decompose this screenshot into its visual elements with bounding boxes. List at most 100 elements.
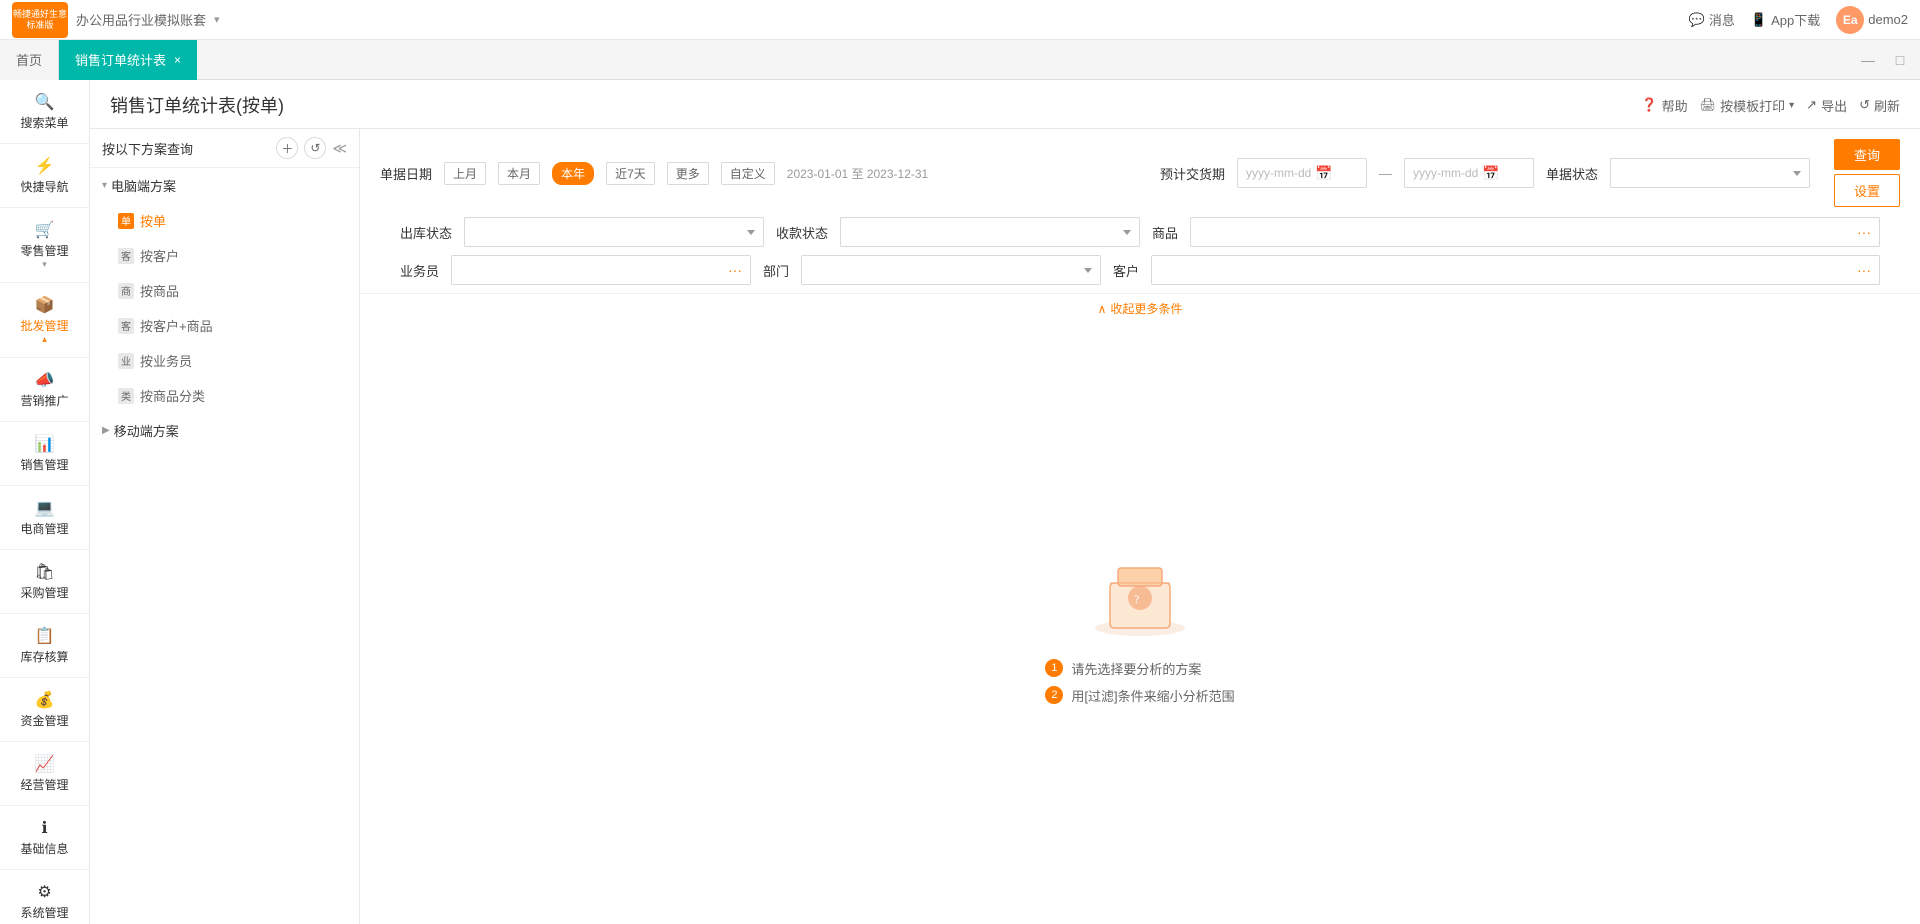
delivery-date-end-placeholder: yyyy-mm-dd bbox=[1413, 166, 1478, 180]
query-button[interactable]: 查询 bbox=[1834, 139, 1900, 170]
sidebar-item-finance[interactable]: 💰 资金管理 bbox=[0, 678, 89, 742]
filter-row-date: 单据日期 上月 本月 本年 近7天 更多 自定义 2023-01-01 至 20… bbox=[380, 139, 1900, 207]
delivery-status-select[interactable] bbox=[464, 217, 764, 247]
sidebar-item-label: 经营管理 bbox=[20, 776, 68, 793]
sidebar-item-sales[interactable]: 📊 销售管理 bbox=[0, 422, 89, 486]
inventory-icon: 📋 bbox=[35, 626, 55, 646]
delivery-date-start-input[interactable]: yyyy-mm-dd 📅 bbox=[1237, 158, 1367, 188]
refresh-button[interactable]: ↺ 刷新 bbox=[1859, 96, 1900, 115]
date-btn-more[interactable]: 更多 bbox=[667, 162, 709, 185]
message-button[interactable]: 💬 消息 bbox=[1689, 10, 1735, 29]
goods-label: 商品 bbox=[1152, 223, 1178, 242]
user-profile[interactable]: Ea demo2 bbox=[1836, 6, 1908, 34]
scheme-item-by-customer-goods[interactable]: 客 按客户+商品 bbox=[90, 308, 359, 343]
app-download-button[interactable]: 📱 App下载 bbox=[1751, 10, 1820, 29]
status-select[interactable] bbox=[1610, 158, 1810, 188]
sidebar-item-label: 搜索菜单 bbox=[20, 114, 68, 131]
action-buttons: 查询 设置 bbox=[1822, 139, 1900, 207]
main-layout: 🔍 搜索菜单 ⚡ 快捷导航 🛒 零售管理 ▾ 📦 批发管理 ▴ 📣 营销推广 📊… bbox=[0, 80, 1920, 924]
sidebar-item-management[interactable]: 📈 经营管理 bbox=[0, 742, 89, 806]
basic-info-icon: ℹ bbox=[41, 818, 47, 838]
sidebar-item-label: 批发管理 bbox=[20, 317, 68, 334]
avatar: Ea bbox=[1836, 6, 1864, 34]
date-btn-this-year[interactable]: 本年 bbox=[552, 162, 594, 185]
salesperson-select[interactable]: ··· bbox=[451, 255, 751, 285]
step-2-num: 2 bbox=[1045, 686, 1063, 704]
refresh-icon: ↺ bbox=[1859, 97, 1870, 113]
scheme-item-by-goods[interactable]: 商 按商品 bbox=[90, 273, 359, 308]
filter-area: 单据日期 上月 本月 本年 近7天 更多 自定义 2023-01-01 至 20… bbox=[360, 129, 1920, 323]
sidebar-item-search-menu[interactable]: 🔍 搜索菜单 bbox=[0, 80, 89, 144]
message-label: 消息 bbox=[1709, 10, 1735, 29]
sidebar-item-retail[interactable]: 🛒 零售管理 ▾ bbox=[0, 208, 89, 283]
sidebar-item-purchase[interactable]: 🛍 采购管理 bbox=[0, 550, 89, 614]
sidebar-item-ecommerce[interactable]: 💻 电商管理 bbox=[0, 486, 89, 550]
scheme-item-by-order[interactable]: 单 按单 bbox=[90, 203, 359, 238]
export-button[interactable]: ↗ 导出 bbox=[1806, 96, 1847, 115]
topbar-dropdown-icon[interactable]: ▾ bbox=[214, 13, 220, 26]
sidebar-item-label: 系统管理 bbox=[20, 904, 68, 921]
tab-sales-order[interactable]: 销售订单统计表 × bbox=[59, 40, 197, 80]
print-dropdown-icon: ▾ bbox=[1789, 100, 1794, 111]
empty-step-1: 1 请先选择要分析的方案 bbox=[1045, 659, 1234, 678]
collapse-bar[interactable]: ∧ 收起更多条件 bbox=[360, 293, 1920, 323]
goods-more-icon[interactable]: ··· bbox=[1857, 224, 1871, 240]
by-goods-icon: 商 bbox=[118, 283, 134, 299]
app-label: App下载 bbox=[1771, 10, 1820, 29]
by-sales-label: 按业务员 bbox=[140, 351, 192, 370]
settings-button[interactable]: 设置 bbox=[1834, 174, 1900, 207]
date-btn-this-month[interactable]: 本月 bbox=[498, 162, 540, 185]
payment-status-select[interactable] bbox=[840, 217, 1140, 247]
customer-more-icon[interactable]: ··· bbox=[1857, 262, 1871, 278]
scheme-item-by-salesperson[interactable]: 业 按业务员 bbox=[90, 343, 359, 378]
tab-close-button[interactable]: × bbox=[174, 53, 181, 67]
scheme-item-by-customer[interactable]: 客 按客户 bbox=[90, 238, 359, 273]
customer-select[interactable]: ··· bbox=[1151, 255, 1880, 285]
scheme-item-by-category[interactable]: 类 按商品分类 bbox=[90, 378, 359, 413]
message-icon: 💬 bbox=[1689, 12, 1705, 28]
customer-label: 客户 bbox=[1113, 261, 1139, 280]
scheme-refresh-button[interactable]: ↺ bbox=[304, 137, 326, 159]
tab-minimize-button[interactable]: — bbox=[1856, 48, 1880, 72]
scheme-collapse-button[interactable]: ≪ bbox=[332, 140, 347, 157]
department-select[interactable] bbox=[801, 255, 1101, 285]
empty-step-2: 2 用[过滤]条件来缩小分析范围 bbox=[1045, 686, 1234, 705]
app-icon: 📱 bbox=[1751, 12, 1767, 28]
sidebar-item-quick-nav[interactable]: ⚡ 快捷导航 bbox=[0, 144, 89, 208]
delivery-date-end-input[interactable]: yyyy-mm-dd 📅 bbox=[1404, 158, 1534, 188]
sidebar-item-inventory[interactable]: 📋 库存核算 bbox=[0, 614, 89, 678]
step-1-text: 请先选择要分析的方案 bbox=[1071, 659, 1201, 678]
tab-home[interactable]: 首页 bbox=[0, 40, 59, 80]
scheme-add-button[interactable]: ＋ bbox=[276, 137, 298, 159]
sales-icon: 📊 bbox=[35, 434, 55, 454]
sidebar-item-marketing[interactable]: 📣 营销推广 bbox=[0, 358, 89, 422]
calendar-icon-1: 📅 bbox=[1315, 165, 1332, 182]
wholesale-arrow-icon: ▴ bbox=[42, 334, 47, 345]
step-2-text: 用[过滤]条件来缩小分析范围 bbox=[1071, 686, 1234, 705]
date-btn-7days[interactable]: 近7天 bbox=[606, 162, 655, 185]
print-icon: 🖨 bbox=[1700, 97, 1717, 113]
sidebar-item-basic-info[interactable]: ℹ 基础信息 bbox=[0, 806, 89, 870]
tab-maximize-button[interactable]: □ bbox=[1888, 48, 1912, 72]
content-main: 单据日期 上月 本月 本年 近7天 更多 自定义 2023-01-01 至 20… bbox=[360, 129, 1920, 924]
date-btn-custom[interactable]: 自定义 bbox=[721, 162, 775, 185]
topbar-title: 办公用品行业模拟账套 bbox=[76, 10, 206, 29]
page-header: 销售订单统计表(按单) ❓ 帮助 🖨 按模板打印 ▾ ↗ 导出 bbox=[90, 80, 1920, 129]
sidebar-item-system[interactable]: ⚙ 系统管理 bbox=[0, 870, 89, 924]
sidebar-item-wholesale[interactable]: 📦 批发管理 ▴ bbox=[0, 283, 89, 358]
filter-row-status: 出库状态 收款状态 商品 bbox=[380, 217, 1900, 255]
scheme-section-pc[interactable]: ▾ 电脑端方案 bbox=[90, 168, 359, 203]
by-cg-icon: 客 bbox=[118, 318, 134, 334]
goods-select[interactable]: ··· bbox=[1190, 217, 1880, 247]
topbar-left: 畅捷通好生意 标准版 办公用品行业模拟账套 ▾ bbox=[12, 2, 220, 38]
by-cat-label: 按商品分类 bbox=[140, 386, 205, 405]
help-button[interactable]: ❓ 帮助 bbox=[1641, 96, 1687, 115]
status-label: 单据状态 bbox=[1546, 164, 1598, 183]
salesperson-more-icon[interactable]: ··· bbox=[728, 262, 742, 278]
sidebar-item-label: 快捷导航 bbox=[20, 178, 68, 195]
print-button[interactable]: 🖨 按模板打印 ▾ bbox=[1700, 96, 1795, 115]
sidebar-item-label: 资金管理 bbox=[20, 712, 68, 729]
quick-nav-icon: ⚡ bbox=[35, 156, 55, 176]
date-btn-last-month[interactable]: 上月 bbox=[444, 162, 486, 185]
scheme-section-mobile[interactable]: ▶ 移动端方案 bbox=[90, 413, 359, 448]
